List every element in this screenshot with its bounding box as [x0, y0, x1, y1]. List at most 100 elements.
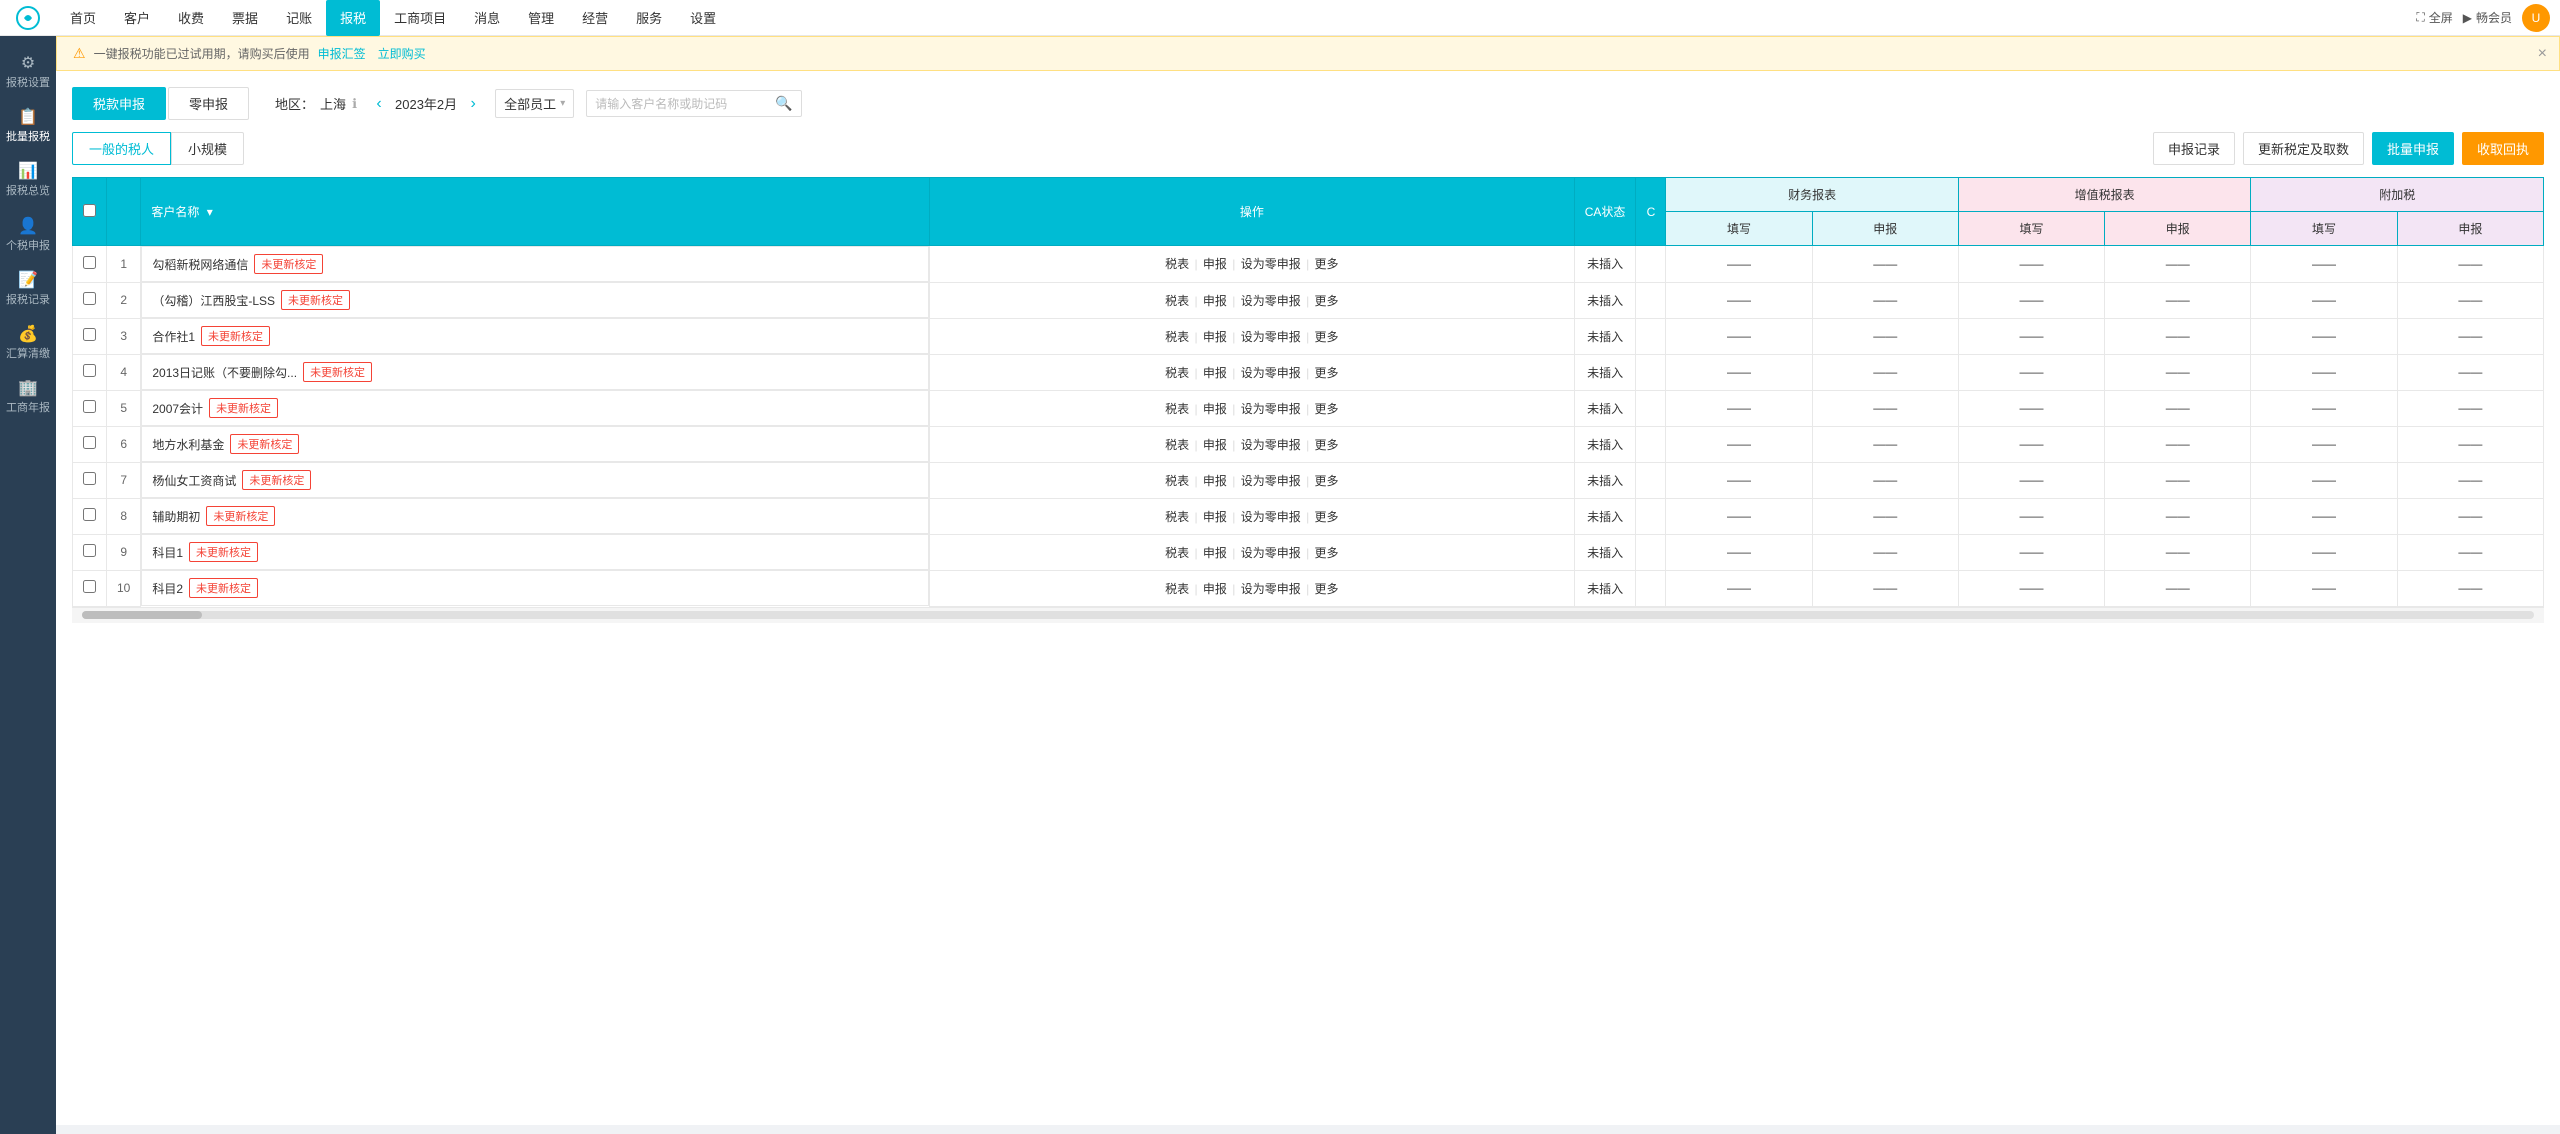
search-icon[interactable]: 🔍	[775, 95, 792, 112]
apply-record-button[interactable]: 申报记录	[2153, 132, 2235, 165]
row-data-col-2: ——	[1958, 534, 2104, 570]
op-设为零申报[interactable]: 设为零申报	[1241, 510, 1301, 524]
sort-icon[interactable]: ▾	[207, 205, 213, 219]
row-checkbox[interactable]	[83, 436, 96, 449]
client-name-text: 合作社1	[152, 328, 195, 345]
sub-tab-small-scale[interactable]: 小规模	[171, 132, 244, 165]
select-all-checkbox[interactable]	[83, 204, 96, 217]
op-税表[interactable]: 税表	[1165, 294, 1189, 308]
op-更多[interactable]: 更多	[1315, 474, 1339, 488]
apply-link[interactable]: 申报汇签	[318, 45, 366, 62]
prev-month-button[interactable]: ‹	[369, 94, 389, 114]
op-设为零申报[interactable]: 设为零申报	[1241, 474, 1301, 488]
nav-message[interactable]: 消息	[460, 0, 514, 36]
op-更多[interactable]: 更多	[1315, 294, 1339, 308]
op-申报[interactable]: 申报	[1203, 582, 1227, 596]
op-更多[interactable]: 更多	[1315, 366, 1339, 380]
op-更多[interactable]: 更多	[1315, 438, 1339, 452]
op-申报[interactable]: 申报	[1203, 438, 1227, 452]
op-申报[interactable]: 申报	[1203, 402, 1227, 416]
op-设为零申报[interactable]: 设为零申报	[1241, 546, 1301, 560]
op-更多[interactable]: 更多	[1315, 546, 1339, 560]
op-设为零申报[interactable]: 设为零申报	[1241, 402, 1301, 416]
op-税表[interactable]: 税表	[1165, 366, 1189, 380]
nav-invoice[interactable]: 票据	[218, 0, 272, 36]
collect-receipt-button[interactable]: 收取回执	[2462, 132, 2544, 165]
sidebar-item-tax-record[interactable]: 📝 报税记录	[0, 261, 56, 315]
tab-tax-declaration[interactable]: 税款申报	[72, 87, 166, 120]
nav-customer[interactable]: 客户	[110, 0, 164, 36]
update-button[interactable]: 更新税定及取数	[2243, 132, 2364, 165]
nav-bookkeeping[interactable]: 记账	[272, 0, 326, 36]
buy-link[interactable]: 立即购买	[378, 45, 426, 62]
op-税表[interactable]: 税表	[1165, 510, 1189, 524]
op-设为零申报[interactable]: 设为零申报	[1241, 257, 1301, 271]
horizontal-scrollbar[interactable]	[72, 607, 2544, 623]
op-税表[interactable]: 税表	[1165, 546, 1189, 560]
op-设为零申报[interactable]: 设为零申报	[1241, 438, 1301, 452]
op-设为零申报[interactable]: 设为零申报	[1241, 294, 1301, 308]
scrollbar-thumb[interactable]	[82, 611, 202, 619]
op-更多[interactable]: 更多	[1315, 510, 1339, 524]
fullscreen-button[interactable]: ⛶ 全屏	[2416, 9, 2452, 26]
op-税表[interactable]: 税表	[1165, 582, 1189, 596]
banner-text: 一键报税功能已过试用期，请购买后使用	[94, 45, 310, 62]
row-checkbox[interactable]	[83, 256, 96, 269]
sidebar-item-annual-report[interactable]: 🏢 工商年报	[0, 369, 56, 423]
sidebar-item-tax-settings[interactable]: ⚙ 报税设置	[0, 44, 56, 98]
nav-service[interactable]: 服务	[622, 0, 676, 36]
nav-tax[interactable]: 报税	[326, 0, 380, 36]
op-设为零申报[interactable]: 设为零申报	[1241, 582, 1301, 596]
close-banner-button[interactable]: ×	[2538, 45, 2547, 63]
nav-manage[interactable]: 管理	[514, 0, 568, 36]
row-checkbox[interactable]	[83, 400, 96, 413]
op-申报[interactable]: 申报	[1203, 330, 1227, 344]
op-申报[interactable]: 申报	[1203, 257, 1227, 271]
row-checkbox[interactable]	[83, 580, 96, 593]
op-申报[interactable]: 申报	[1203, 510, 1227, 524]
row-checkbox[interactable]	[83, 364, 96, 377]
op-税表[interactable]: 税表	[1165, 474, 1189, 488]
op-税表[interactable]: 税表	[1165, 438, 1189, 452]
op-更多[interactable]: 更多	[1315, 582, 1339, 596]
op-税表[interactable]: 税表	[1165, 402, 1189, 416]
row-checkbox[interactable]	[83, 508, 96, 521]
row-checkbox[interactable]	[83, 328, 96, 341]
op-更多[interactable]: 更多	[1315, 330, 1339, 344]
op-申报[interactable]: 申报	[1203, 366, 1227, 380]
nav-operation[interactable]: 经营	[568, 0, 622, 36]
staff-selector[interactable]: 全部员工 ▾	[495, 89, 574, 118]
nav-home[interactable]: 首页	[56, 0, 110, 36]
nav-fee[interactable]: 收费	[164, 0, 218, 36]
upgrade-button[interactable]: ▶ 畅会员	[2463, 9, 2512, 26]
row-checkbox[interactable]	[83, 544, 96, 557]
tab-zero-declaration[interactable]: 零申报	[168, 87, 249, 120]
sidebar-item-batch-tax[interactable]: 📋 批量报税	[0, 98, 56, 152]
op-税表[interactable]: 税表	[1165, 257, 1189, 271]
sidebar-item-tax-overview[interactable]: 📊 报税总览	[0, 152, 56, 206]
op-更多[interactable]: 更多	[1315, 257, 1339, 271]
batch-apply-button[interactable]: 批量申报	[2372, 132, 2454, 165]
sidebar-item-annual-settlement[interactable]: 💰 汇算清缴	[0, 315, 56, 369]
row-number: 8	[107, 498, 141, 534]
op-申报[interactable]: 申报	[1203, 294, 1227, 308]
overview-icon: 📊	[17, 160, 39, 182]
info-icon[interactable]: ℹ	[352, 96, 357, 112]
sub-tab-general[interactable]: 一般的税人	[72, 132, 171, 165]
nav-business[interactable]: 工商项目	[380, 0, 460, 36]
op-申报[interactable]: 申报	[1203, 474, 1227, 488]
next-month-button[interactable]: ›	[463, 94, 483, 114]
row-checkbox[interactable]	[83, 292, 96, 305]
op-设为零申报[interactable]: 设为零申报	[1241, 330, 1301, 344]
sidebar-item-personal-tax[interactable]: 👤 个税申报	[0, 207, 56, 261]
row-checkbox[interactable]	[83, 472, 96, 485]
gear-icon: ⚙	[17, 52, 39, 74]
user-avatar[interactable]: U	[2522, 4, 2550, 32]
op-税表[interactable]: 税表	[1165, 330, 1189, 344]
op-申报[interactable]: 申报	[1203, 546, 1227, 560]
row-data-col-2: ——	[1958, 462, 2104, 498]
search-input[interactable]	[595, 97, 775, 111]
op-更多[interactable]: 更多	[1315, 402, 1339, 416]
op-设为零申报[interactable]: 设为零申报	[1241, 366, 1301, 380]
nav-settings[interactable]: 设置	[676, 0, 730, 36]
